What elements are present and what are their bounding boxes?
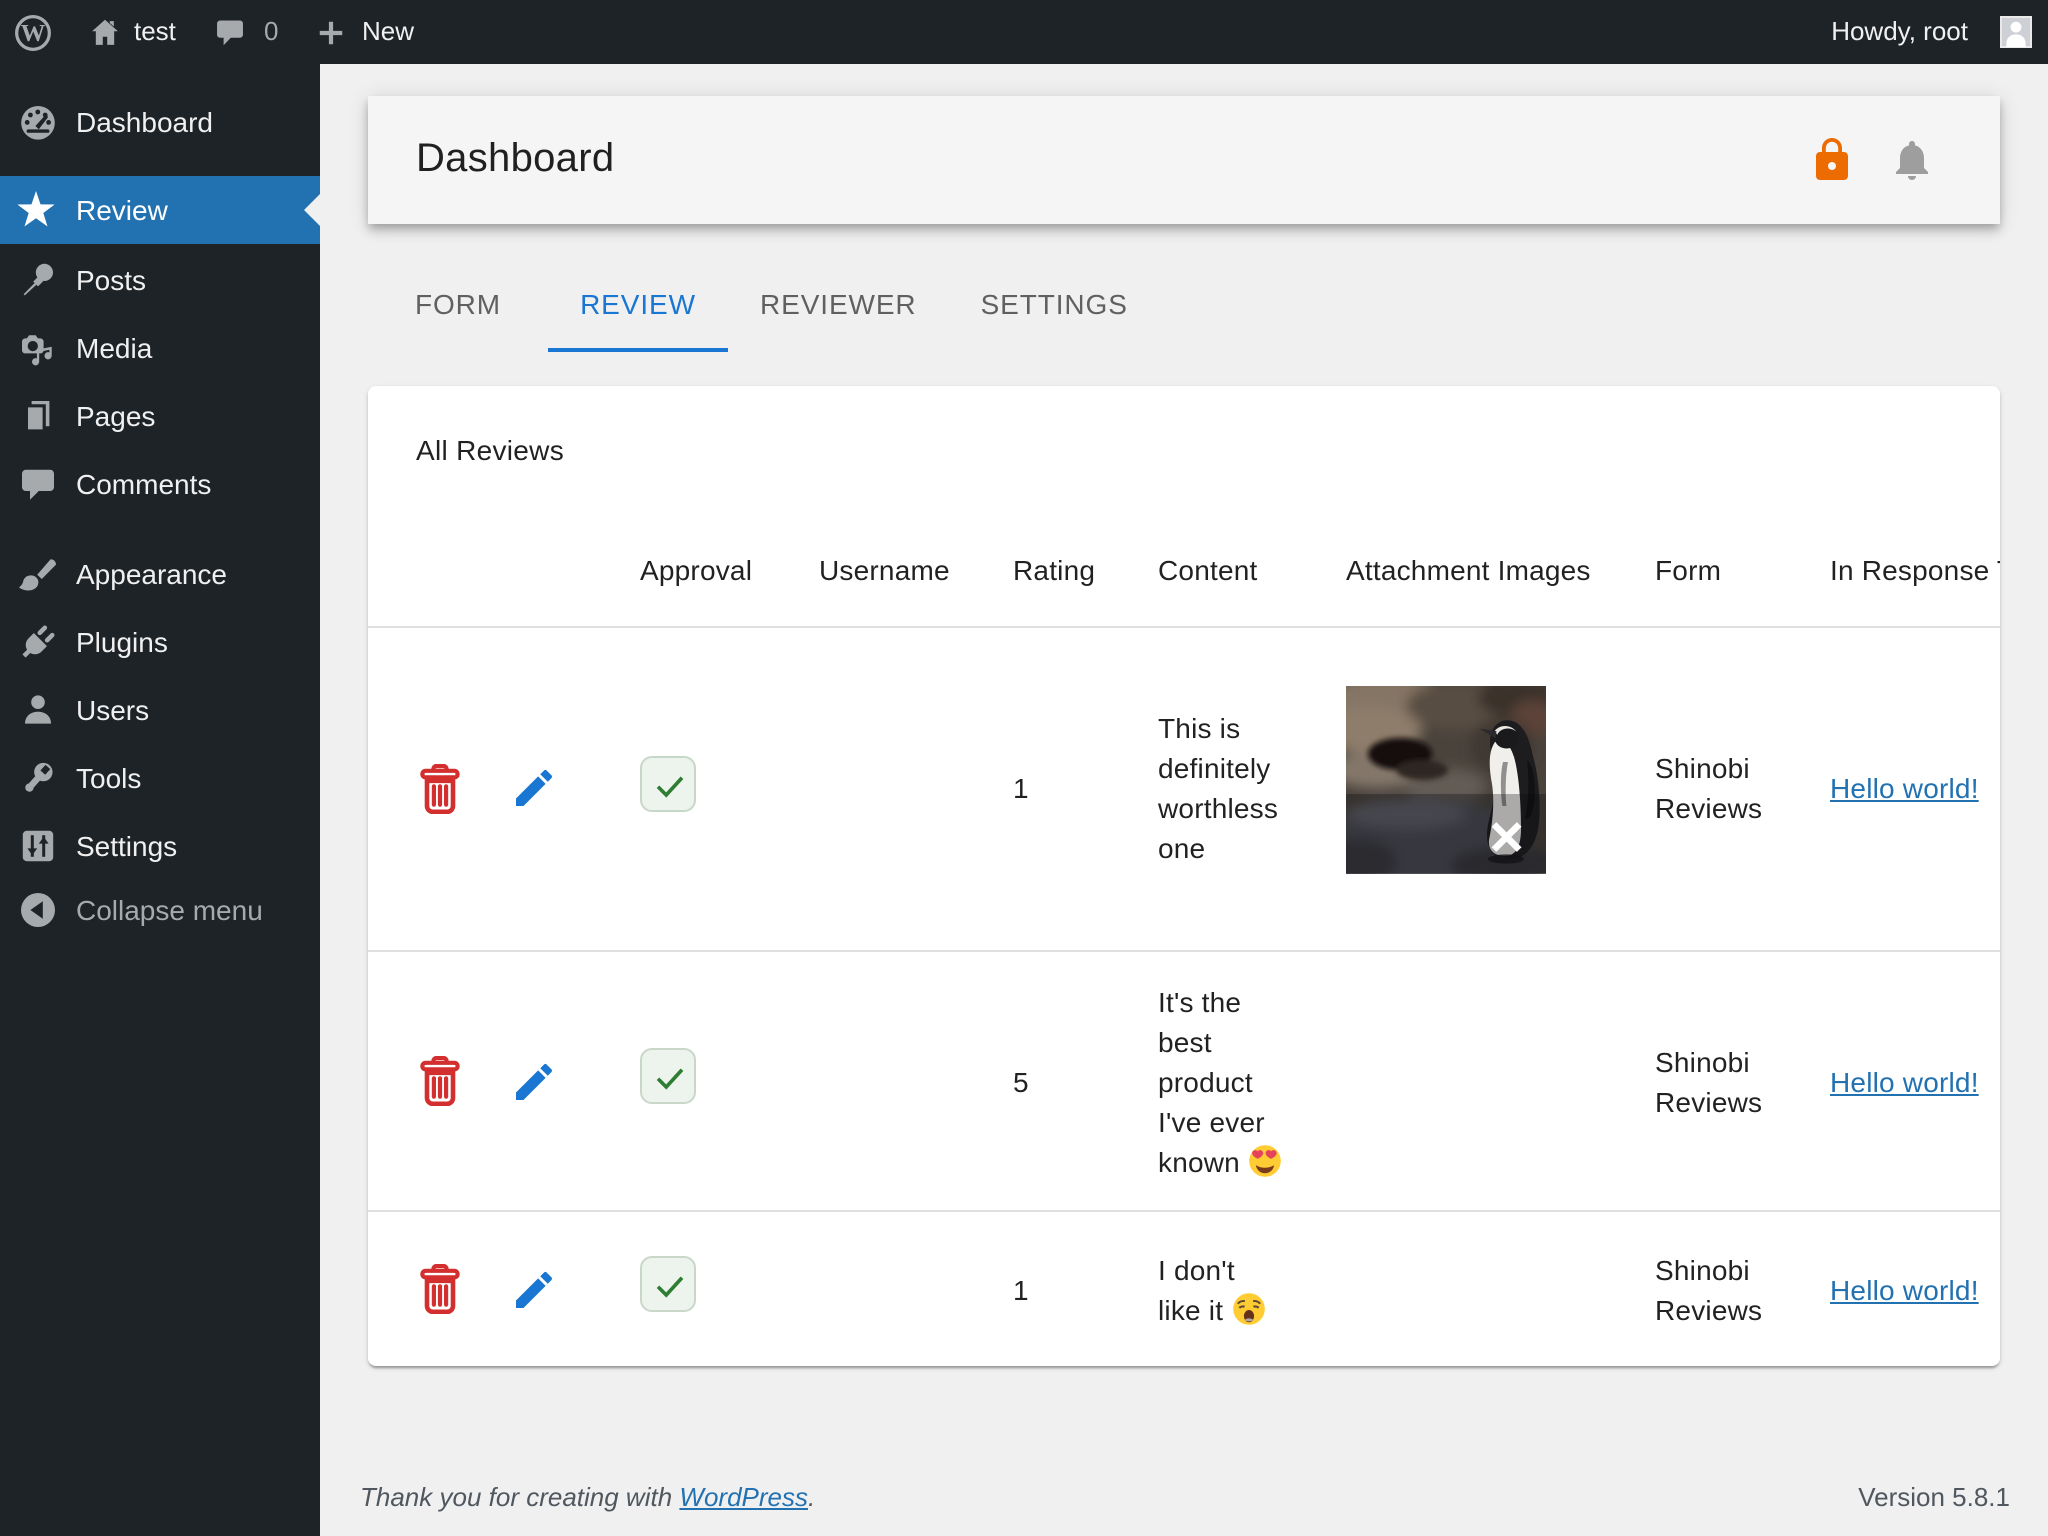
svg-text:W: W — [21, 19, 46, 46]
